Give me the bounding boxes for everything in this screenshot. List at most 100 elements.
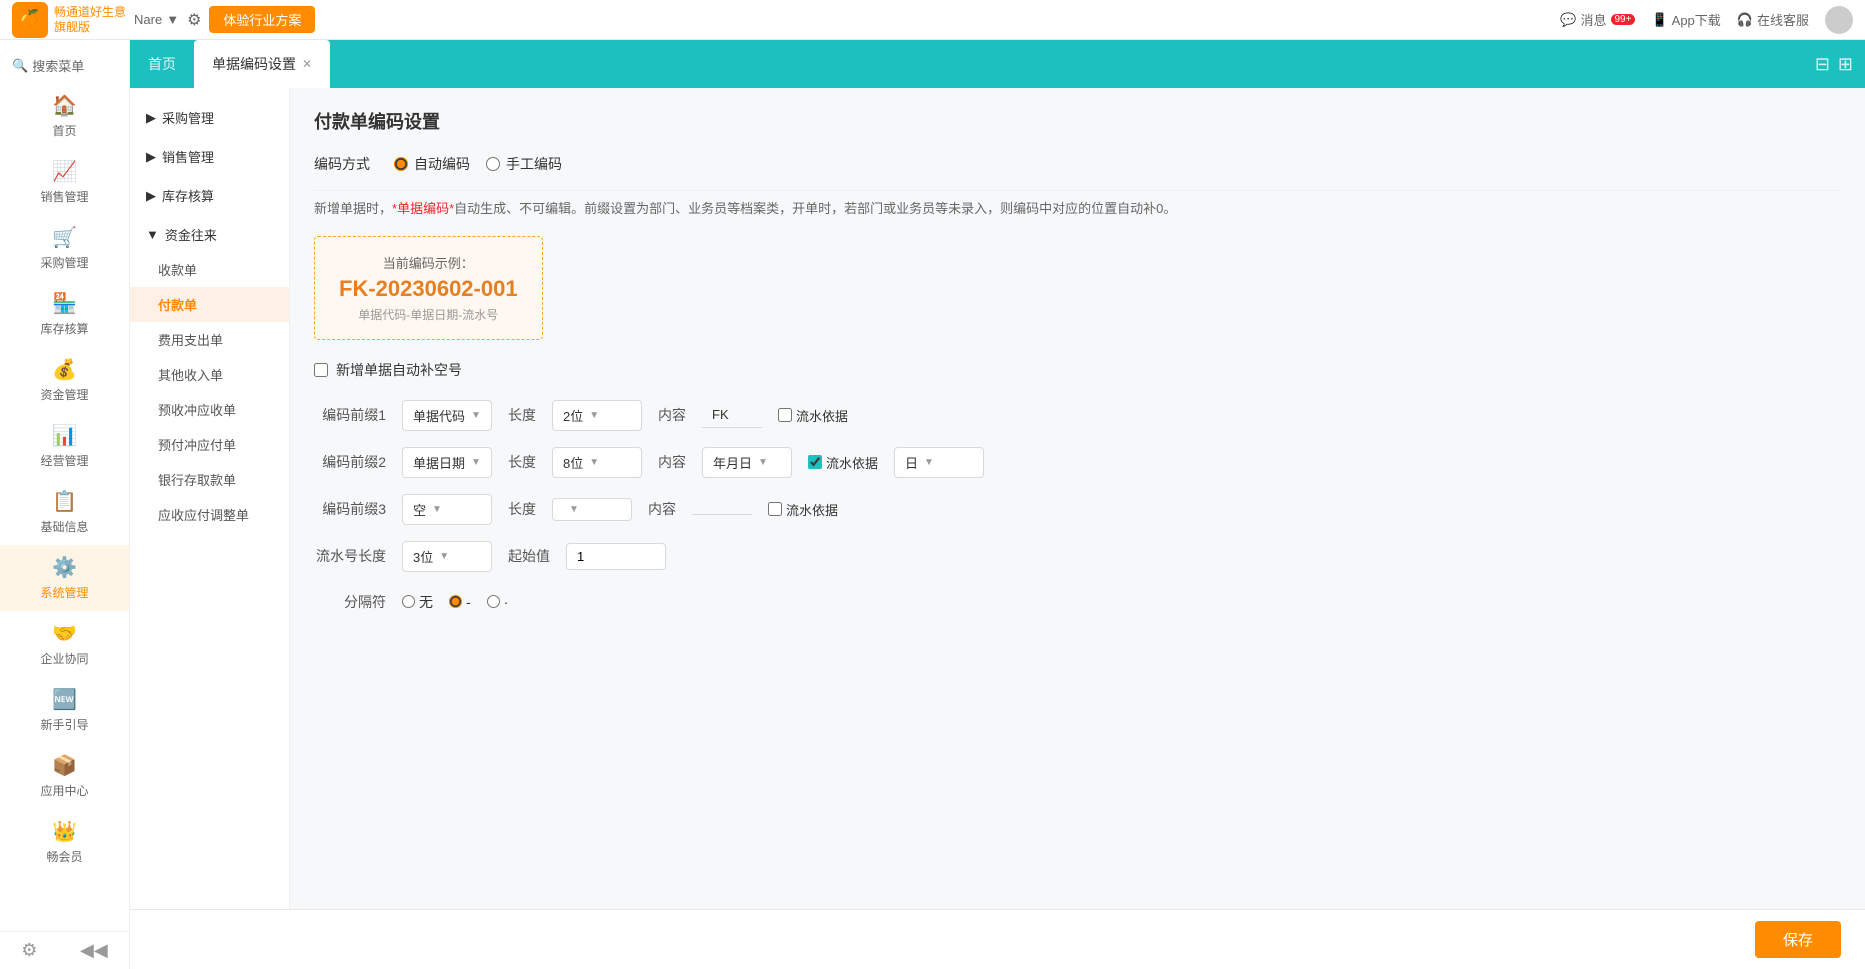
settings-bottom-icon[interactable]: ⚙: [21, 940, 37, 961]
sidebar-leaf-payment[interactable]: 付款单: [130, 287, 289, 322]
left-nav: 🔍 搜索菜单 🏠 首页 📈 销售管理 🛒 采购管理 🏪 库存核算 💰 资金管理 …: [0, 40, 130, 969]
sidebar-item-basic[interactable]: 📋 基础信息: [0, 479, 129, 545]
serial1-checkbox[interactable]: 流水依据: [778, 406, 848, 425]
length1-label: 长度: [508, 405, 536, 425]
length2-select[interactable]: 8位 ▼: [552, 447, 642, 478]
sidebar-item-operation[interactable]: 📊 经营管理: [0, 413, 129, 479]
chevron-down-icon: ▼: [569, 504, 579, 515]
sidebar-leaf-advance-receipt[interactable]: 预收冲应收单: [130, 392, 289, 427]
sidebar-group-header-finance[interactable]: ▼ 资金往来: [130, 217, 289, 252]
tab-encoding-settings[interactable]: 单据编码设置 ✕: [194, 40, 330, 88]
auto-fill-row: 新增单据自动补空号: [314, 360, 1841, 380]
prefix3-select[interactable]: 空 ▼: [402, 494, 492, 525]
enterprise-icon: 🤝: [52, 621, 77, 646]
sidebar-item-purchase[interactable]: 🛒 采购管理: [0, 215, 129, 281]
serial2-unit-select[interactable]: 日 ▼: [894, 447, 984, 478]
left-nav-bottom: ⚙ ◀◀: [0, 931, 129, 969]
separator-row: 分隔符 无 - ·: [314, 592, 1841, 612]
chevron-down-icon2: ▼: [146, 227, 159, 242]
sidebar-item-home[interactable]: 🏠 首页: [0, 83, 129, 149]
trial-button[interactable]: 体验行业方案: [209, 6, 315, 33]
settings-icon[interactable]: ⚙: [187, 10, 201, 30]
inner-layout: ▶ 采购管理 ▶ 销售管理 ▶ 库存核算: [130, 88, 1865, 909]
search-menu[interactable]: 🔍 搜索菜单: [0, 48, 129, 83]
prefix3-label: 编码前缀3: [314, 499, 386, 519]
collapse-icon[interactable]: ◀◀: [80, 940, 108, 961]
sidebar-item-finance[interactable]: 💰 资金管理: [0, 347, 129, 413]
online-service-button[interactable]: 🎧 在线客服: [1737, 10, 1809, 29]
top-bar-right: 💬 消息 99+ 📱 App下载 🎧 在线客服: [1560, 6, 1853, 34]
chevron-down-icon: ▼: [471, 410, 481, 421]
content2-select[interactable]: 年月日 ▼: [702, 447, 792, 478]
sidebar-leaf-advance-payment[interactable]: 预付冲应付单: [130, 427, 289, 462]
content1-value: FK: [702, 402, 762, 428]
length3-label: 长度: [508, 499, 536, 519]
separator-dot2[interactable]: ·: [487, 594, 509, 610]
serial2-checkbox[interactable]: 流水依据: [808, 453, 878, 472]
chevron-down-icon: ▼: [432, 504, 442, 515]
start-value-label: 起始值: [508, 546, 550, 566]
finance-icon: 💰: [52, 357, 77, 382]
chevron-right-icon: ▶: [146, 110, 156, 126]
sidebar-item-apps[interactable]: 📦 应用中心: [0, 743, 129, 809]
minimize-icon[interactable]: ⊟: [1815, 54, 1830, 75]
maximize-icon[interactable]: ⊞: [1838, 54, 1853, 75]
prefix1-label: 编码前缀1: [314, 405, 386, 425]
chevron-right-icon: ▶: [146, 188, 156, 204]
bottom-bar: 保存: [130, 909, 1865, 969]
sidebar-item-enterprise[interactable]: 🤝 企业协同: [0, 611, 129, 677]
encoding-method-label: 编码方式: [314, 154, 370, 174]
sidebar-leaf-receipt[interactable]: 收款单: [130, 252, 289, 287]
sidebar-item-system[interactable]: ⚙️ 系统管理: [0, 545, 129, 611]
search-icon: 🔍: [12, 58, 28, 74]
sidebar-item-inventory[interactable]: 🏪 库存核算: [0, 281, 129, 347]
prefix1-select[interactable]: 单据代码 ▼: [402, 400, 492, 431]
sidebar-item-member[interactable]: 👑 畅会员: [0, 809, 129, 875]
sidebar-group-sales: ▶ 销售管理: [130, 139, 289, 174]
sidebar-leaf-adjustment[interactable]: 应收应付调整单: [130, 497, 289, 532]
sidebar-leaf-bank[interactable]: 银行存取款单: [130, 462, 289, 497]
inventory-icon: 🏪: [52, 291, 77, 316]
tab-bar-right: ⊟ ⊞: [1815, 54, 1865, 75]
app-download-button[interactable]: 📱 App下载: [1651, 10, 1720, 29]
prefix2-select[interactable]: 单据日期 ▼: [402, 447, 492, 478]
guide-icon: 🆕: [52, 687, 77, 712]
example-box: 当前编码示例： FK-20230602-001 单据代码-单据日期-流水号: [314, 236, 543, 340]
avatar[interactable]: [1825, 6, 1853, 34]
logo-icon: 🍊: [12, 2, 48, 38]
sidebar-group-header-sales[interactable]: ▶ 销售管理: [130, 139, 289, 174]
company-dropdown[interactable]: Nare ▼: [134, 12, 179, 27]
manual-encode-radio[interactable]: 手工编码: [486, 154, 562, 174]
sidebar-group-header-purchase[interactable]: ▶ 采购管理: [130, 100, 289, 135]
serial3-checkbox[interactable]: 流水依据: [768, 500, 838, 519]
page-title: 付款单编码设置: [314, 108, 1841, 134]
separator-none[interactable]: 无: [402, 592, 433, 612]
sidebar-group-header-inventory[interactable]: ▶ 库存核算: [130, 178, 289, 213]
sidebar-item-sales[interactable]: 📈 销售管理: [0, 149, 129, 215]
auto-encode-radio[interactable]: 自动编码: [394, 154, 470, 174]
sidebar-group-purchase: ▶ 采购管理: [130, 100, 289, 135]
separator-dot[interactable]: -: [449, 594, 471, 610]
chevron-down-icon: ▼: [589, 457, 599, 468]
message-badge: 99+: [1611, 14, 1636, 25]
sidebar-item-guide[interactable]: 🆕 新手引导: [0, 677, 129, 743]
serial-length-select[interactable]: 3位 ▼: [402, 541, 492, 572]
sidebar-leaf-expense[interactable]: 费用支出单: [130, 322, 289, 357]
tab-close-icon[interactable]: ✕: [302, 57, 312, 71]
messages-button[interactable]: 💬 消息 99+: [1560, 10, 1635, 29]
prefix-row-2: 编码前缀2 单据日期 ▼ 长度 8位 ▼ 内容 年月日 ▼: [314, 447, 1841, 478]
content1-label: 内容: [658, 405, 686, 425]
auto-fill-checkbox[interactable]: [314, 363, 328, 377]
member-icon: 👑: [52, 819, 77, 844]
start-value-input[interactable]: [566, 543, 666, 570]
home-icon: 🏠: [52, 93, 77, 118]
sidebar-leaf-other-income[interactable]: 其他收入单: [130, 357, 289, 392]
length3-select[interactable]: ▼: [552, 498, 632, 521]
example-code: FK-20230602-001: [339, 276, 518, 302]
info-text: 新增单据时，*单据编码*自动生成、不可编辑。前缀设置为部门、业务员等档案类，开单…: [314, 199, 1841, 220]
secondary-sidebar: ▶ 采购管理 ▶ 销售管理 ▶ 库存核算: [130, 88, 290, 909]
length1-select[interactable]: 2位 ▼: [552, 400, 642, 431]
tab-home[interactable]: 首页: [130, 40, 194, 88]
serial-length-row: 流水号长度 3位 ▼ 起始值: [314, 541, 1841, 572]
save-button[interactable]: 保存: [1755, 921, 1841, 958]
